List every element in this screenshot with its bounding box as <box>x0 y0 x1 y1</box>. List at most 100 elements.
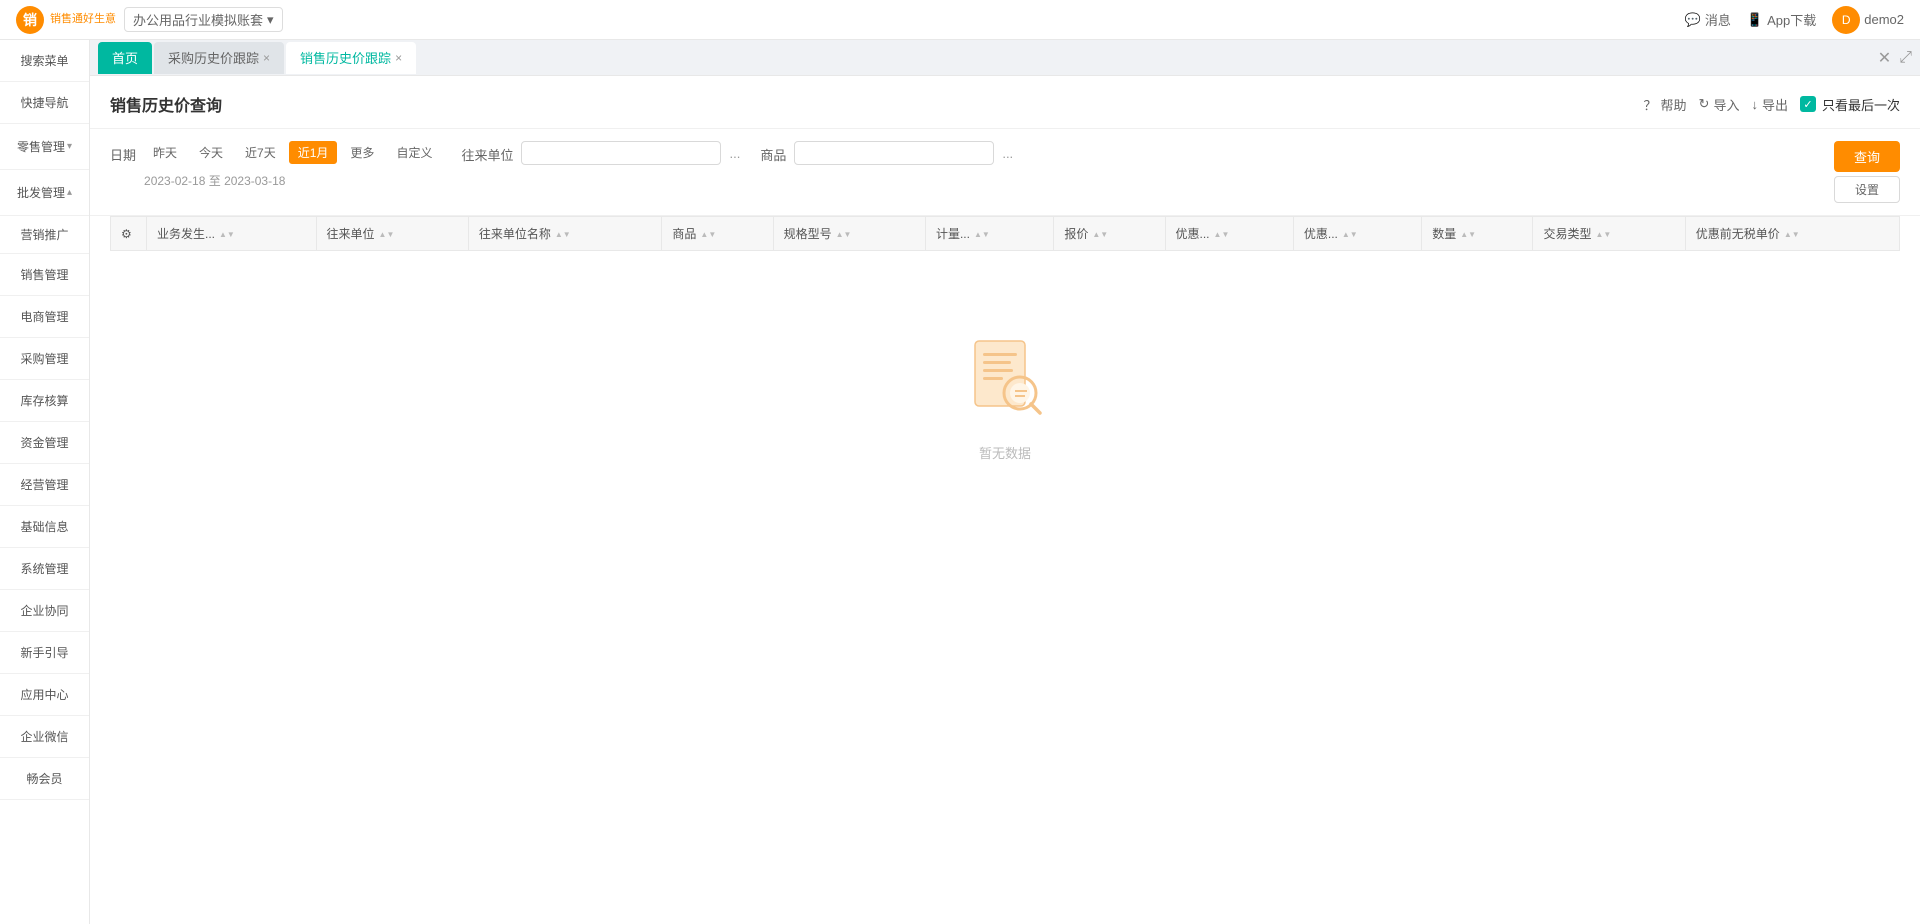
only-last-checkbox-area[interactable]: ✓ 只看最后一次 <box>1800 95 1900 114</box>
chevron-down-icon: ▾ <box>267 12 274 28</box>
tab-home-label: 首页 <box>112 48 138 67</box>
empty-icon <box>955 331 1055 431</box>
sidebar-item-sales-mgmt[interactable]: 销售管理 <box>0 254 89 296</box>
message-button[interactable]: 💬 消息 <box>1685 10 1731 29</box>
only-last-checkbox[interactable]: ✓ <box>1800 96 1816 112</box>
app-selector[interactable]: 办公用品行业模拟账套 ▾ <box>124 7 283 32</box>
close-icon[interactable]: × <box>263 52 270 64</box>
empty-text: 暂无数据 <box>979 443 1031 462</box>
sidebar-label: 零售管理 <box>17 138 65 155</box>
partner-filter-group: 往来单位 ... <box>461 141 740 165</box>
table-col-quote[interactable]: 报价▲▼ <box>1054 217 1165 251</box>
question-icon: ？ <box>1644 95 1657 114</box>
data-table: ⚙ 业务发生...▲▼ 往来单位▲▼ 往来单位名称▲▼ <box>110 216 1900 251</box>
maximize-window-button[interactable]: ⤢ <box>1899 49 1912 67</box>
sidebar-item-wechat[interactable]: 企业微信 <box>0 716 89 758</box>
gear-icon: ⚙ <box>121 227 132 241</box>
tab-sales-history-label: 销售历史价跟踪 <box>300 48 391 67</box>
import-button[interactable]: ↻ 导入 <box>1699 95 1740 114</box>
sidebar-label: 库存核算 <box>20 392 68 409</box>
table-col-biz-date[interactable]: 业务发生...▲▼ <box>147 217 317 251</box>
sidebar-label: 畅会员 <box>26 770 62 787</box>
sidebar-item-marketing[interactable]: 营销推广 <box>0 216 89 254</box>
close-icon[interactable]: × <box>395 52 402 64</box>
filter-area: 日期 昨天 今天 近7天 近1月 更多 自定义 2023-02-18 至 202… <box>90 129 1920 216</box>
date-btn-1month[interactable]: 近1月 <box>289 141 338 164</box>
sidebar-item-app-center[interactable]: 应用中心 <box>0 674 89 716</box>
close-all-tabs-button[interactable]: ✕ <box>1878 48 1891 68</box>
sidebar-item-wholesale-mgmt[interactable]: 批发管理 ▴ <box>0 170 89 216</box>
partner-ellipsis[interactable]: ... <box>729 146 740 161</box>
table-col-settings[interactable]: ⚙ <box>111 217 147 251</box>
table-col-unit[interactable]: 计量...▲▼ <box>925 217 1053 251</box>
tab-sales-history[interactable]: 销售历史价跟踪 × <box>286 42 416 74</box>
sidebar-item-retail-mgmt[interactable]: 零售管理 ▾ <box>0 124 89 170</box>
chevron-up-icon: ▴ <box>67 187 72 198</box>
date-options: 昨天 今天 近7天 近1月 更多 自定义 <box>144 141 441 164</box>
sidebar-label: 资金管理 <box>20 434 68 451</box>
table-col-partner-code[interactable]: 往来单位▲▼ <box>316 217 468 251</box>
sidebar-label: 营销推广 <box>20 226 68 243</box>
user-label: demo2 <box>1864 12 1904 27</box>
sidebar-item-operations[interactable]: 经营管理 <box>0 464 89 506</box>
date-btn-today[interactable]: 今天 <box>190 141 232 164</box>
sidebar-label: 采购管理 <box>20 350 68 367</box>
message-icon: 💬 <box>1685 12 1701 28</box>
sidebar-label: 新手引导 <box>20 644 68 661</box>
sidebar-item-ecommerce[interactable]: 电商管理 <box>0 296 89 338</box>
settings-button[interactable]: 设置 <box>1834 176 1900 203</box>
sidebar-label: 销售管理 <box>20 266 68 283</box>
sidebar-label: 快捷导航 <box>20 94 68 111</box>
table-col-qty[interactable]: 数量▲▼ <box>1422 217 1533 251</box>
goods-input-group: ... <box>794 141 1013 165</box>
sidebar-item-quick-nav[interactable]: 快捷导航 <box>0 82 89 124</box>
logo-area: 销 销售通好生意 <box>16 6 116 34</box>
app-download-button[interactable]: 📱 App下载 <box>1747 10 1816 29</box>
date-btn-7days[interactable]: 近7天 <box>236 141 285 164</box>
date-btn-yesterday[interactable]: 昨天 <box>144 141 186 164</box>
sidebar-item-enterprise[interactable]: 企业协同 <box>0 590 89 632</box>
app-download-label: App下载 <box>1767 10 1816 29</box>
sidebar-item-finance[interactable]: 资金管理 <box>0 422 89 464</box>
goods-input[interactable] <box>794 141 994 165</box>
tabs-right: ✕ ⤢ <box>1878 48 1912 68</box>
logo-text: 销售通好生意 <box>50 12 116 26</box>
sidebar-item-inventory[interactable]: 库存核算 <box>0 380 89 422</box>
table-col-trade-type[interactable]: 交易类型▲▼ <box>1533 217 1685 251</box>
date-range-display: 2023-02-18 至 2023-03-18 <box>144 172 441 189</box>
table-col-discount1[interactable]: 优惠...▲▼ <box>1165 217 1293 251</box>
help-button[interactable]: ？ 帮助 <box>1644 95 1687 114</box>
sidebar-item-search-menu[interactable]: 搜索菜单 <box>0 40 89 82</box>
sidebar-item-guide[interactable]: 新手引导 <box>0 632 89 674</box>
sidebar-item-membership[interactable]: 畅会员 <box>0 758 89 800</box>
header-left: 销 销售通好生意 办公用品行业模拟账套 ▾ <box>16 6 283 34</box>
tab-purchase-history[interactable]: 采购历史价跟踪 × <box>154 42 284 74</box>
tab-home[interactable]: 首页 <box>98 42 152 74</box>
filter-btn-group: 查询 设置 <box>1834 141 1900 203</box>
query-button[interactable]: 查询 <box>1834 141 1900 172</box>
sidebar-item-system[interactable]: 系统管理 <box>0 548 89 590</box>
table-col-pre-tax-price[interactable]: 优惠前无税单价▲▼ <box>1685 217 1899 251</box>
partner-input[interactable] <box>521 141 721 165</box>
app-selector-label: 办公用品行业模拟账套 <box>133 10 263 29</box>
content-area: 首页 采购历史价跟踪 × 销售历史价跟踪 × ✕ ⤢ 销售历史价查询 <box>90 40 1920 924</box>
main-layout: 搜索菜单 快捷导航 零售管理 ▾ 批发管理 ▴ 营销推广 销售管理 电商管理 采… <box>0 40 1920 924</box>
message-label: 消息 <box>1705 10 1731 29</box>
page-header-actions: ？ 帮助 ↻ 导入 ↓ 导出 ✓ 只看最后一次 <box>1644 95 1900 114</box>
export-label: 导出 <box>1762 95 1788 114</box>
export-button[interactable]: ↓ 导出 <box>1751 95 1788 114</box>
partner-filter-label: 往来单位 <box>461 145 513 164</box>
table-col-spec[interactable]: 规格型号▲▼ <box>773 217 925 251</box>
tab-purchase-history-label: 采购历史价跟踪 <box>168 48 259 67</box>
goods-ellipsis[interactable]: ... <box>1002 146 1013 161</box>
sidebar-label: 应用中心 <box>20 686 68 703</box>
sidebar-item-purchase[interactable]: 采购管理 <box>0 338 89 380</box>
user-menu[interactable]: D demo2 <box>1832 6 1904 34</box>
table-col-partner-name[interactable]: 往来单位名称▲▼ <box>468 217 662 251</box>
sidebar-item-basic-info[interactable]: 基础信息 <box>0 506 89 548</box>
date-btn-custom[interactable]: 自定义 <box>387 141 441 164</box>
goods-filter-group: 商品 ... <box>760 141 1013 165</box>
date-btn-more[interactable]: 更多 <box>341 141 383 164</box>
table-col-discount2[interactable]: 优惠...▲▼ <box>1293 217 1421 251</box>
table-col-goods[interactable]: 商品▲▼ <box>662 217 773 251</box>
